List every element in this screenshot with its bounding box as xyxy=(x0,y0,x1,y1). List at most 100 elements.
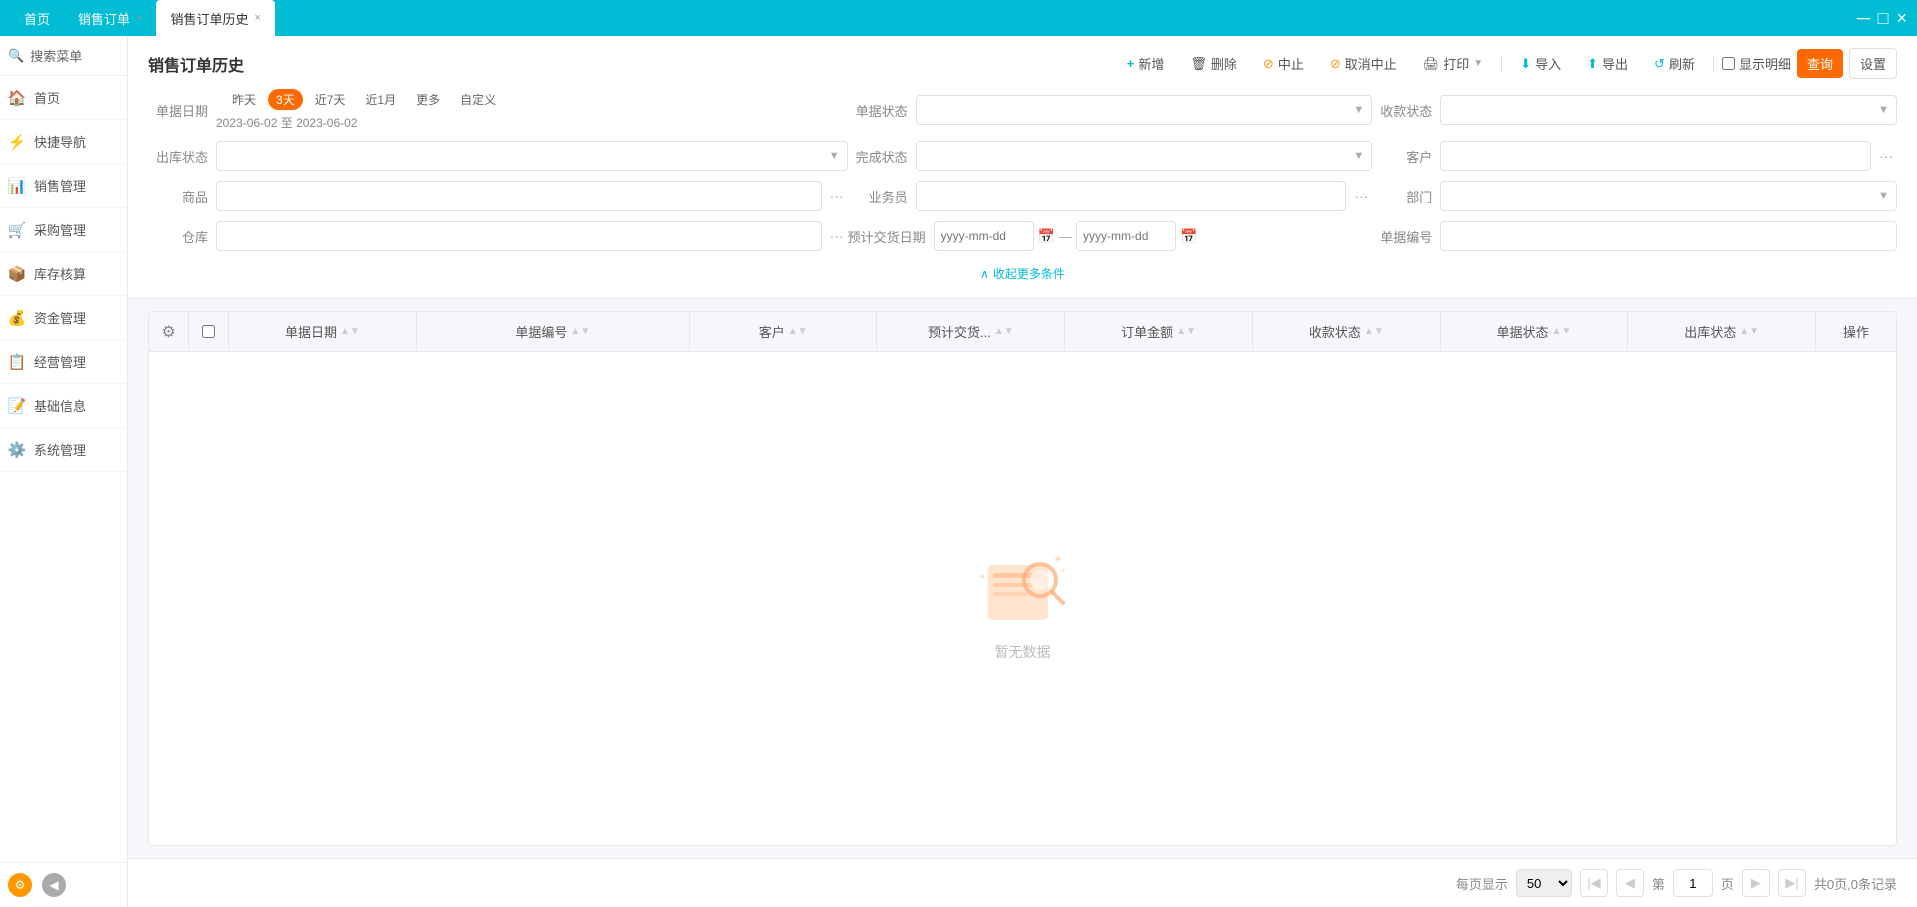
payment-status-select[interactable] xyxy=(1440,95,1897,125)
main-layout: 🔍 搜索菜单 🏠 首页 ⚡ 快捷导航 📊 销售管理 🛒 采购管理 📦 库存核算 … xyxy=(0,36,1917,907)
toolbar: + 新增 🗑 删除 ⊘ 中止 ⊘ 取消中止 xyxy=(1117,48,1897,79)
order-status-select[interactable] xyxy=(916,95,1373,125)
export-button[interactable]: ⬆ 导出 xyxy=(1577,49,1638,78)
tab-home[interactable]: 首页 xyxy=(10,0,64,36)
sidebar-item-sales-mgmt[interactable]: 📊 销售管理 xyxy=(0,164,127,208)
th-customer[interactable]: 客户 ▲▼ xyxy=(690,312,878,351)
tab-sales-order-history-close[interactable]: × xyxy=(254,12,260,24)
th-order-status[interactable]: 单据状态 ▲▼ xyxy=(1441,312,1629,351)
salesperson-label: 业务员 xyxy=(848,187,908,206)
warehouse-input[interactable] xyxy=(216,221,822,251)
window-minimize[interactable]: ─ xyxy=(1857,8,1870,29)
filter-department: 部门 ▼ xyxy=(1372,181,1897,211)
sidebar-item-inventory[interactable]: 📦 库存核算 xyxy=(0,252,127,296)
outbound-status-label: 出库状态 xyxy=(148,147,208,166)
delivery-date-end[interactable] xyxy=(1076,221,1176,251)
sidebar-item-operations-label: 经营管理 xyxy=(34,352,86,371)
order-no-input[interactable] xyxy=(1440,221,1897,251)
date-7days[interactable]: 近7天 xyxy=(307,89,354,110)
import-button[interactable]: ⬇ 导入 xyxy=(1510,49,1571,78)
refresh-button[interactable]: ↺ 刷新 xyxy=(1644,49,1705,78)
window-maximize[interactable]: □ xyxy=(1878,8,1889,29)
delivery-date-inputs: 📅 — 📅 xyxy=(934,221,1198,251)
page-label-2: 页 xyxy=(1721,874,1734,893)
empty-illustration: ✦ ✦ ✦ xyxy=(968,535,1078,630)
department-label: 部门 xyxy=(1372,187,1432,206)
th-date[interactable]: 单据日期 ▲▼ xyxy=(229,312,417,351)
th-actions-label: 操作 xyxy=(1843,322,1869,341)
sidebar-item-quick-nav[interactable]: ⚡ 快捷导航 xyxy=(0,120,127,164)
content-area: 销售订单历史 + 新增 🗑 删除 ⊘ 中止 ⊘ xyxy=(128,36,1917,907)
top-bar: 首页 销售订单 × 销售订单历史 × ─ □ × xyxy=(0,0,1917,36)
page-first-button[interactable]: |◀ xyxy=(1580,869,1608,897)
order-status-select-wrapper: ▼ xyxy=(916,95,1373,125)
date-more[interactable]: 更多 xyxy=(408,89,448,110)
search-icon: 🔍 xyxy=(8,48,24,64)
customer-input[interactable] xyxy=(1440,141,1871,171)
sidebar-search[interactable]: 🔍 搜索菜单 xyxy=(0,36,127,76)
sidebar-settings-icon[interactable]: ⚙ xyxy=(8,873,32,897)
sidebar-item-basic-info[interactable]: 📝 基础信息 xyxy=(0,384,127,428)
goods-input[interactable] xyxy=(216,181,822,211)
table-settings-icon[interactable]: ⚙ xyxy=(157,316,180,348)
collapse-label: 收起更多条件 xyxy=(993,265,1065,282)
filter-row-3: 商品 ··· 业务员 ··· 部门 xyxy=(148,181,1897,211)
salesperson-input[interactable] xyxy=(916,181,1347,211)
delete-button[interactable]: 🗑 删除 xyxy=(1180,49,1247,78)
tab-sales-order-close[interactable]: × xyxy=(136,12,142,24)
sidebar-collapse-icon[interactable]: ◀ xyxy=(42,873,66,897)
warehouse-ellipsis[interactable]: ··· xyxy=(826,228,848,244)
th-delivery-date-sort: ▲▼ xyxy=(994,327,1014,337)
page-size-select[interactable]: 50 10 20 100 xyxy=(1516,869,1572,897)
cancel-stop-button[interactable]: ⊘ 取消中止 xyxy=(1320,49,1407,78)
outbound-status-select[interactable] xyxy=(216,141,848,171)
th-amount[interactable]: 订单金额 ▲▼ xyxy=(1065,312,1253,351)
th-outbound-status[interactable]: 出库状态 ▲▼ xyxy=(1628,312,1816,351)
page-next-button[interactable]: ▶ xyxy=(1742,869,1770,897)
goods-ellipsis[interactable]: ··· xyxy=(826,188,848,204)
sidebar-item-operations[interactable]: 📋 经营管理 xyxy=(0,340,127,384)
th-payment-status[interactable]: 收款状态 ▲▼ xyxy=(1253,312,1441,351)
sidebar-item-system[interactable]: ⚙️ 系统管理 xyxy=(0,428,127,472)
window-close[interactable]: × xyxy=(1896,8,1907,29)
new-button[interactable]: + 新增 xyxy=(1117,49,1175,78)
settings-button[interactable]: 设置 xyxy=(1849,48,1897,79)
department-select[interactable] xyxy=(1440,181,1897,211)
sidebar-bottom: ⚙ ◀ xyxy=(0,862,127,907)
th-no[interactable]: 单据编号 ▲▼ xyxy=(417,312,690,351)
date-custom[interactable]: 自定义 xyxy=(452,89,504,110)
table-select-all[interactable] xyxy=(202,325,215,338)
completion-status-select[interactable] xyxy=(916,141,1373,171)
page-prev-button[interactable]: ◀ xyxy=(1616,869,1644,897)
sidebar-item-home[interactable]: 🏠 首页 xyxy=(0,76,127,120)
export-label: 导出 xyxy=(1602,54,1628,73)
basic-info-icon: 📝 xyxy=(8,397,26,415)
date-label: 单据日期 xyxy=(148,101,208,120)
refresh-icon: ↺ xyxy=(1654,56,1665,72)
salesperson-ellipsis[interactable]: ··· xyxy=(1350,188,1372,204)
stop-button[interactable]: ⊘ 中止 xyxy=(1253,49,1314,78)
print-icon: 🖨 xyxy=(1423,56,1440,72)
date-3days[interactable]: 3天 xyxy=(268,89,303,110)
date-1month[interactable]: 近1月 xyxy=(357,89,404,110)
tab-sales-order[interactable]: 销售订单 × xyxy=(64,0,156,36)
collapse-button[interactable]: ∧ 收起更多条件 xyxy=(980,265,1065,282)
completion-status-select-wrapper: ▼ xyxy=(916,141,1373,171)
th-delivery-date[interactable]: 预计交货... ▲▼ xyxy=(877,312,1065,351)
date-yesterday[interactable]: 昨天 xyxy=(224,89,264,110)
svg-text:✦: ✦ xyxy=(1060,566,1067,575)
system-icon: ⚙️ xyxy=(8,441,26,459)
query-button[interactable]: 查询 xyxy=(1797,49,1843,78)
page-number-input[interactable] xyxy=(1673,869,1713,897)
sidebar-item-finance[interactable]: 💰 资金管理 xyxy=(0,296,127,340)
customer-ellipsis[interactable]: ··· xyxy=(1875,148,1897,164)
customer-label: 客户 xyxy=(1372,147,1432,166)
page-last-button[interactable]: ▶| xyxy=(1778,869,1806,897)
display-detail-checkbox[interactable] xyxy=(1722,57,1735,70)
th-order-status-sort: ▲▼ xyxy=(1552,327,1572,337)
print-button[interactable]: 🖨 打印 ▼ xyxy=(1413,49,1493,78)
date-controls: 昨天 3天 近7天 近1月 更多 自定义 2023-06-02 至 2023-0… xyxy=(216,89,504,131)
delivery-date-start[interactable] xyxy=(934,221,1034,251)
sidebar-item-purchase-mgmt[interactable]: 🛒 采购管理 xyxy=(0,208,127,252)
tab-sales-order-history[interactable]: 销售订单历史 × xyxy=(156,0,274,36)
